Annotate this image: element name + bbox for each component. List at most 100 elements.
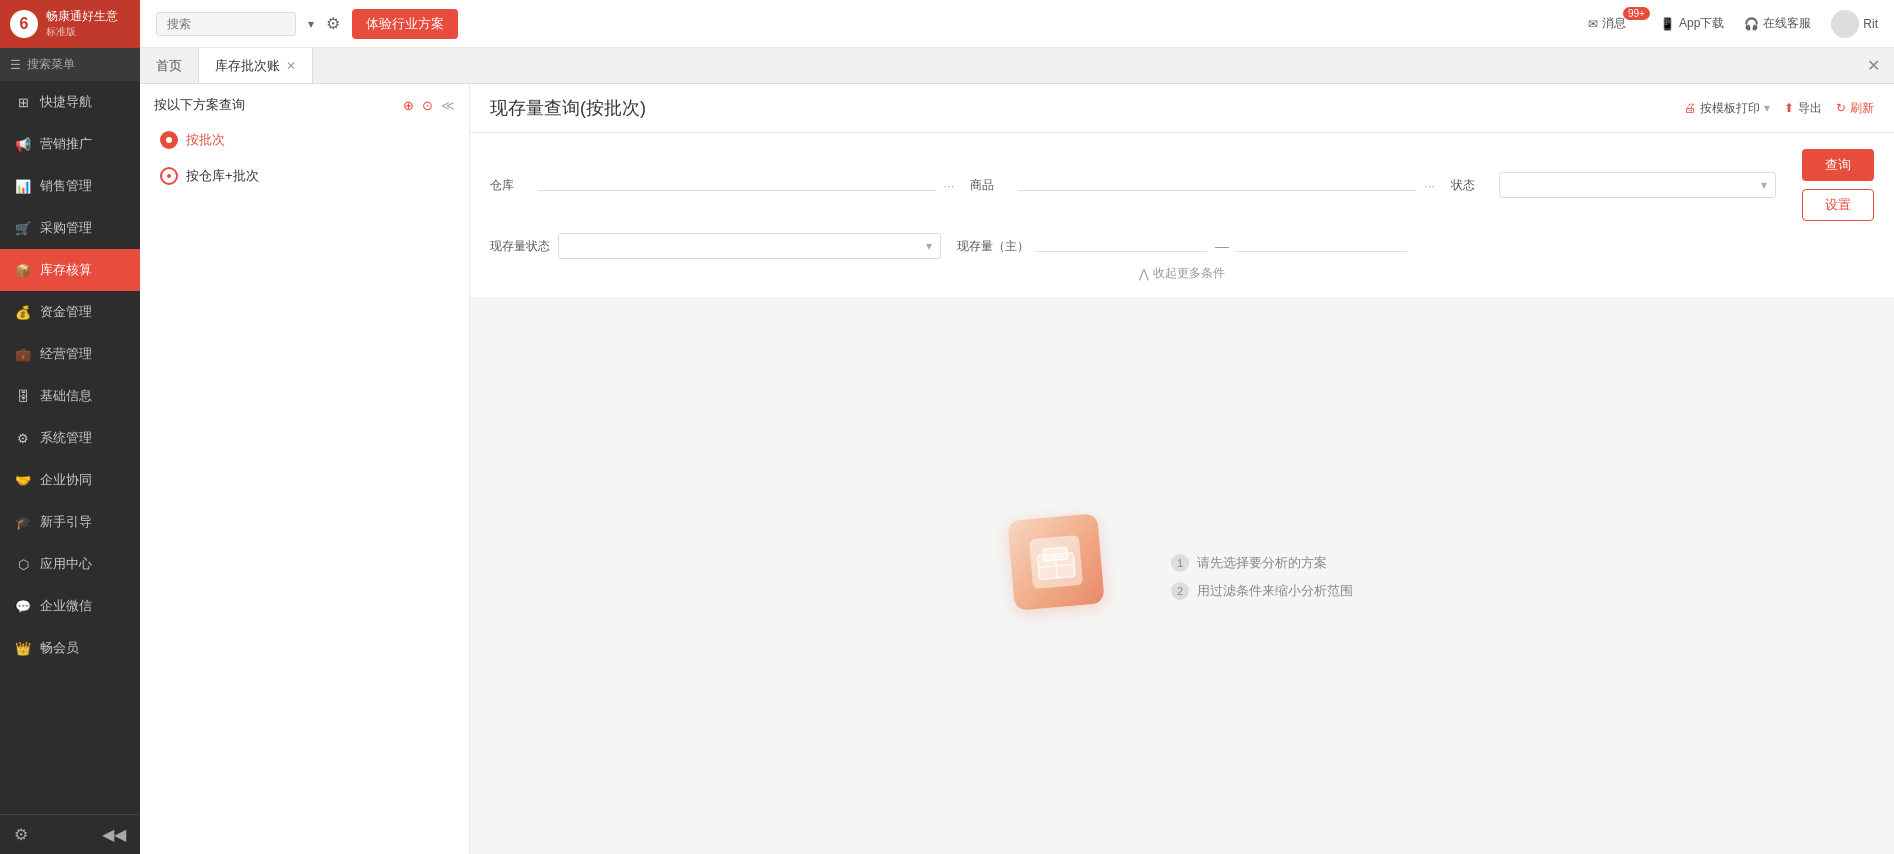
sidebar-item-quicknav[interactable]: ⊞ 快捷导航 (0, 81, 140, 123)
status-select-chevron: ▾ (1761, 178, 1767, 192)
topbar-search-input[interactable] (156, 12, 296, 36)
app-version: 标准版 (46, 25, 118, 39)
plan-item-warehouse-batch[interactable]: 按仓库+批次 (140, 158, 469, 194)
sidebar-item-basics[interactable]: 🗄 基础信息 (0, 375, 140, 417)
tab-home[interactable]: 首页 (140, 48, 199, 83)
status-select[interactable]: ▾ (1499, 172, 1776, 198)
message-button[interactable]: ✉ 消息 99+ (1588, 15, 1640, 32)
online-service-button[interactable]: 🎧 在线客服 (1744, 15, 1811, 32)
tab-inventory-batch-label: 库存批次账 (215, 57, 280, 75)
plan-label-batch: 按批次 (186, 131, 225, 149)
collapse-icon[interactable]: ◀◀ (102, 825, 126, 844)
query-button[interactable]: 查询 (1802, 149, 1874, 181)
empty-box-svg (1032, 538, 1080, 586)
topbar-dropdown-icon[interactable]: ▾ (308, 17, 314, 31)
sidebar-item-label: 系统管理 (40, 429, 92, 447)
sidebar-item-apps[interactable]: ⬡ 应用中心 (0, 543, 140, 585)
app-download-button[interactable]: 📱 App下载 (1660, 15, 1724, 32)
topbar-right: ✉ 消息 99+ 📱 App下载 🎧 在线客服 Rit (1588, 10, 1878, 38)
online-service-label: 在线客服 (1763, 15, 1811, 32)
sidebar-item-label: 快捷导航 (40, 93, 92, 111)
user-name: Rit (1863, 17, 1878, 31)
money-icon: 💰 (14, 303, 32, 321)
collapse-label: 收起更多条件 (1153, 265, 1225, 282)
empty-state: 1 请先选择要分析的方案 2 用过滤条件来缩小分析范围 (470, 299, 1894, 854)
sidebar-item-label: 基础信息 (40, 387, 92, 405)
settings-plan-icon[interactable]: ⊙ (422, 98, 433, 113)
trial-button[interactable]: 体验行业方案 (352, 9, 458, 39)
sidebar-item-system[interactable]: ⚙ 系统管理 (0, 417, 140, 459)
phone-icon: 📱 (1660, 17, 1675, 31)
print-dropdown-icon[interactable]: ▾ (1764, 101, 1770, 115)
inventory-qty-from[interactable] (1037, 241, 1207, 252)
inventory-qty-to[interactable] (1237, 241, 1407, 252)
tab-inventory-batch[interactable]: 库存批次账 ✕ (199, 48, 313, 83)
right-panel: 现存量查询(按批次) 🖨 按模板打印 ▾ ⬆ 导出 ↻ 刷新 (470, 84, 1894, 854)
product-filter-group: 商品 ··· (970, 177, 1434, 194)
app-download-label: App下载 (1679, 15, 1724, 32)
hint-number-2: 2 (1171, 582, 1189, 600)
sidebar-footer: ⚙ ◀◀ (0, 814, 140, 854)
inventory-status-chevron: ▾ (926, 239, 932, 253)
add-plan-icon[interactable]: ⊕ (403, 98, 414, 113)
plan-item-batch[interactable]: 按批次 (140, 122, 469, 158)
collapse-chevron-icon: ⋀ (1139, 267, 1149, 281)
topbar-gear-icon[interactable]: ⚙ (326, 14, 340, 33)
status-filter-group: 状态 ▾ (1451, 172, 1776, 198)
refresh-label: 刷新 (1850, 100, 1874, 117)
chart-icon: 📊 (14, 177, 32, 195)
settings-footer-icon[interactable]: ⚙ (14, 825, 28, 844)
content-area: 按以下方案查询 ⊕ ⊙ ≪ 按批次 按仓库+批次 (140, 84, 1894, 854)
database-icon: 🗄 (14, 387, 32, 405)
warehouse-input[interactable] (538, 180, 936, 191)
collapse-btn[interactable]: ⋀ 收起更多条件 (490, 259, 1874, 288)
sidebar-item-member[interactable]: 👑 畅会员 (0, 627, 140, 669)
warehouse-icon: 📦 (14, 261, 32, 279)
tab-close-icon[interactable]: ✕ (286, 59, 296, 73)
cart-icon: 🛒 (14, 219, 32, 237)
refresh-button[interactable]: ↻ 刷新 (1836, 100, 1874, 117)
sidebar-item-label: 新手引导 (40, 513, 92, 531)
sidebar-item-purchase[interactable]: 🛒 采购管理 (0, 207, 140, 249)
plan-circle-empty (160, 167, 178, 185)
inventory-qty-label: 现存量（主） (957, 238, 1029, 255)
sidebar-item-sales[interactable]: 📊 销售管理 (0, 165, 140, 207)
search-icon: ☰ (10, 58, 21, 72)
sidebar-item-marketing[interactable]: 📢 营销推广 (0, 123, 140, 165)
warehouse-more-btn[interactable]: ··· (944, 178, 955, 193)
sidebar-item-finance[interactable]: 💰 资金管理 (0, 291, 140, 333)
sidebar-item-label: 应用中心 (40, 555, 92, 573)
app-name: 畅康通好生意 (46, 9, 118, 25)
sidebar-item-label: 营销推广 (40, 135, 92, 153)
export-button[interactable]: ⬆ 导出 (1784, 100, 1822, 117)
app-logo: 6 (10, 10, 38, 38)
sidebar-header: 6 畅康通好生意 标准版 (0, 0, 140, 48)
sidebar-item-operations[interactable]: 💼 经营管理 (0, 333, 140, 375)
sidebar-search[interactable]: ☰ 搜索菜单 (0, 48, 140, 81)
sidebar-item-inventory[interactable]: 📦 库存核算 (0, 249, 140, 291)
inventory-status-select[interactable]: ▾ (558, 233, 941, 259)
member-icon: 👑 (14, 639, 32, 657)
action-buttons: 查询 设置 (1802, 149, 1874, 221)
settings-button[interactable]: 设置 (1802, 189, 1874, 221)
print-label: 按模板打印 (1700, 100, 1760, 117)
empty-icon-inner (1029, 534, 1083, 588)
empty-hint-1: 1 请先选择要分析的方案 (1171, 554, 1353, 572)
user-profile[interactable]: Rit (1831, 10, 1878, 38)
product-input[interactable] (1018, 180, 1416, 191)
sidebar-search-label: 搜索菜单 (27, 56, 75, 73)
sidebar-item-wechat[interactable]: 💬 企业微信 (0, 585, 140, 627)
product-more-btn[interactable]: ··· (1424, 178, 1435, 193)
hint-text-1: 请先选择要分析的方案 (1197, 554, 1327, 572)
collapse-panel-icon[interactable]: ≪ (441, 98, 455, 113)
sidebar-item-label: 销售管理 (40, 177, 92, 195)
sidebar-item-enterprise[interactable]: 🤝 企业协同 (0, 459, 140, 501)
warehouse-filter-label: 仓库 (490, 177, 530, 194)
sidebar-item-guide[interactable]: 🎓 新手引导 (0, 501, 140, 543)
page-header: 现存量查询(按批次) 🖨 按模板打印 ▾ ⬆ 导出 ↻ 刷新 (470, 84, 1894, 133)
svg-point-1 (167, 174, 171, 178)
megaphone-icon: 📢 (14, 135, 32, 153)
print-button[interactable]: 🖨 按模板打印 ▾ (1684, 100, 1770, 117)
plan-label-warehouse-batch: 按仓库+批次 (186, 167, 259, 185)
tab-area-close-icon[interactable]: ✕ (1853, 48, 1894, 83)
